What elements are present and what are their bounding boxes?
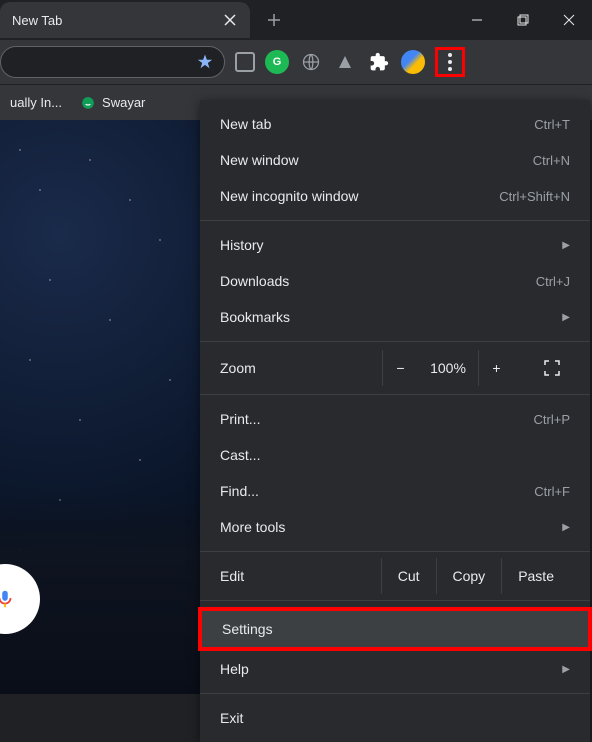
profile-avatar[interactable]	[401, 50, 425, 74]
menu-item-shortcut: Ctrl+J	[536, 274, 570, 289]
menu-item-label: Exit	[220, 710, 570, 726]
menu-cast[interactable]: Cast...	[200, 437, 590, 473]
active-tab[interactable]: New Tab	[0, 2, 250, 38]
submenu-arrow-icon: ▶	[562, 522, 570, 533]
edit-paste-button[interactable]: Paste	[501, 558, 570, 594]
menu-item-label: Print...	[220, 411, 534, 427]
menu-item-label: Bookmarks	[220, 309, 554, 325]
globe-icon[interactable]	[299, 50, 323, 74]
grammarly-icon[interactable]: G	[265, 50, 289, 74]
close-window-button[interactable]	[546, 0, 592, 40]
edit-cut-button[interactable]: Cut	[381, 558, 436, 594]
menu-item-shortcut: Ctrl+N	[533, 153, 570, 168]
bookmark-item-1[interactable]: ually In...	[10, 95, 62, 110]
zoom-out-button[interactable]: −	[382, 350, 418, 386]
menu-item-shortcut: Ctrl+T	[534, 117, 570, 132]
zoom-level: 100%	[418, 360, 478, 376]
menu-item-label: More tools	[220, 519, 554, 535]
window-controls	[454, 0, 592, 40]
menu-new-window[interactable]: New window Ctrl+N	[200, 142, 590, 178]
menu-divider	[200, 551, 590, 552]
tab-bar: New Tab	[0, 0, 592, 40]
menu-divider	[200, 600, 590, 601]
menu-bookmarks[interactable]: Bookmarks ▶	[200, 299, 590, 335]
menu-item-shortcut: Ctrl+F	[534, 484, 570, 499]
menu-new-tab[interactable]: New tab Ctrl+T	[200, 106, 590, 142]
extension-icon-4[interactable]	[333, 50, 357, 74]
submenu-arrow-icon: ▶	[562, 240, 570, 251]
menu-item-label: Downloads	[220, 273, 536, 289]
menu-edit-row: Edit Cut Copy Paste	[200, 558, 590, 594]
menu-item-shortcut: Ctrl+Shift+N	[499, 189, 570, 204]
minimize-button[interactable]	[454, 0, 500, 40]
menu-find[interactable]: Find... Ctrl+F	[200, 473, 590, 509]
fullscreen-button[interactable]	[534, 360, 570, 376]
new-tab-page-content	[0, 120, 200, 694]
menu-item-label: History	[220, 237, 554, 253]
bookmark-label: ually In...	[10, 95, 62, 110]
menu-new-incognito[interactable]: New incognito window Ctrl+Shift+N	[200, 178, 590, 214]
chrome-menu: New tab Ctrl+T New window Ctrl+N New inc…	[200, 100, 590, 742]
submenu-arrow-icon: ▶	[562, 664, 570, 675]
extension-icon-1[interactable]	[235, 52, 255, 72]
menu-item-label: New window	[220, 152, 533, 168]
menu-settings[interactable]: Settings	[202, 611, 588, 647]
extension-icons: G	[235, 47, 465, 77]
extensions-puzzle-icon[interactable]	[367, 50, 391, 74]
menu-zoom-row: Zoom − 100% +	[200, 348, 590, 388]
address-bar[interactable]	[0, 46, 225, 78]
bookmark-star-icon[interactable]	[196, 53, 214, 71]
menu-help[interactable]: Help ▶	[200, 651, 590, 687]
menu-divider	[200, 394, 590, 395]
menu-item-shortcut: Ctrl+P	[534, 412, 570, 427]
zoom-in-button[interactable]: +	[478, 350, 514, 386]
menu-item-label: Find...	[220, 483, 534, 499]
menu-item-label: Help	[220, 661, 554, 677]
menu-print[interactable]: Print... Ctrl+P	[200, 401, 590, 437]
toolbar: G	[0, 40, 592, 84]
settings-highlight-box: Settings	[198, 607, 592, 651]
menu-more-tools[interactable]: More tools ▶	[200, 509, 590, 545]
menu-divider	[200, 220, 590, 221]
submenu-arrow-icon: ▶	[562, 312, 570, 323]
menu-exit[interactable]: Exit	[200, 700, 590, 736]
tab-title: New Tab	[12, 13, 222, 28]
menu-divider	[200, 341, 590, 342]
bookmark-favicon	[80, 95, 96, 111]
new-tab-button[interactable]	[260, 6, 288, 34]
menu-item-label: New incognito window	[220, 188, 499, 204]
bookmark-label: Swayar	[102, 95, 145, 110]
menu-item-label: Edit	[220, 568, 381, 584]
menu-item-label: Settings	[222, 621, 568, 637]
edit-copy-button[interactable]: Copy	[436, 558, 502, 594]
menu-item-label: Cast...	[220, 447, 570, 463]
menu-downloads[interactable]: Downloads Ctrl+J	[200, 263, 590, 299]
close-tab-icon[interactable]	[222, 12, 238, 28]
menu-item-label: Zoom	[220, 360, 382, 376]
chrome-menu-button[interactable]	[435, 47, 465, 77]
menu-history[interactable]: History ▶	[200, 227, 590, 263]
menu-item-label: New tab	[220, 116, 534, 132]
bookmark-item-2[interactable]: Swayar	[80, 95, 145, 111]
maximize-button[interactable]	[500, 0, 546, 40]
